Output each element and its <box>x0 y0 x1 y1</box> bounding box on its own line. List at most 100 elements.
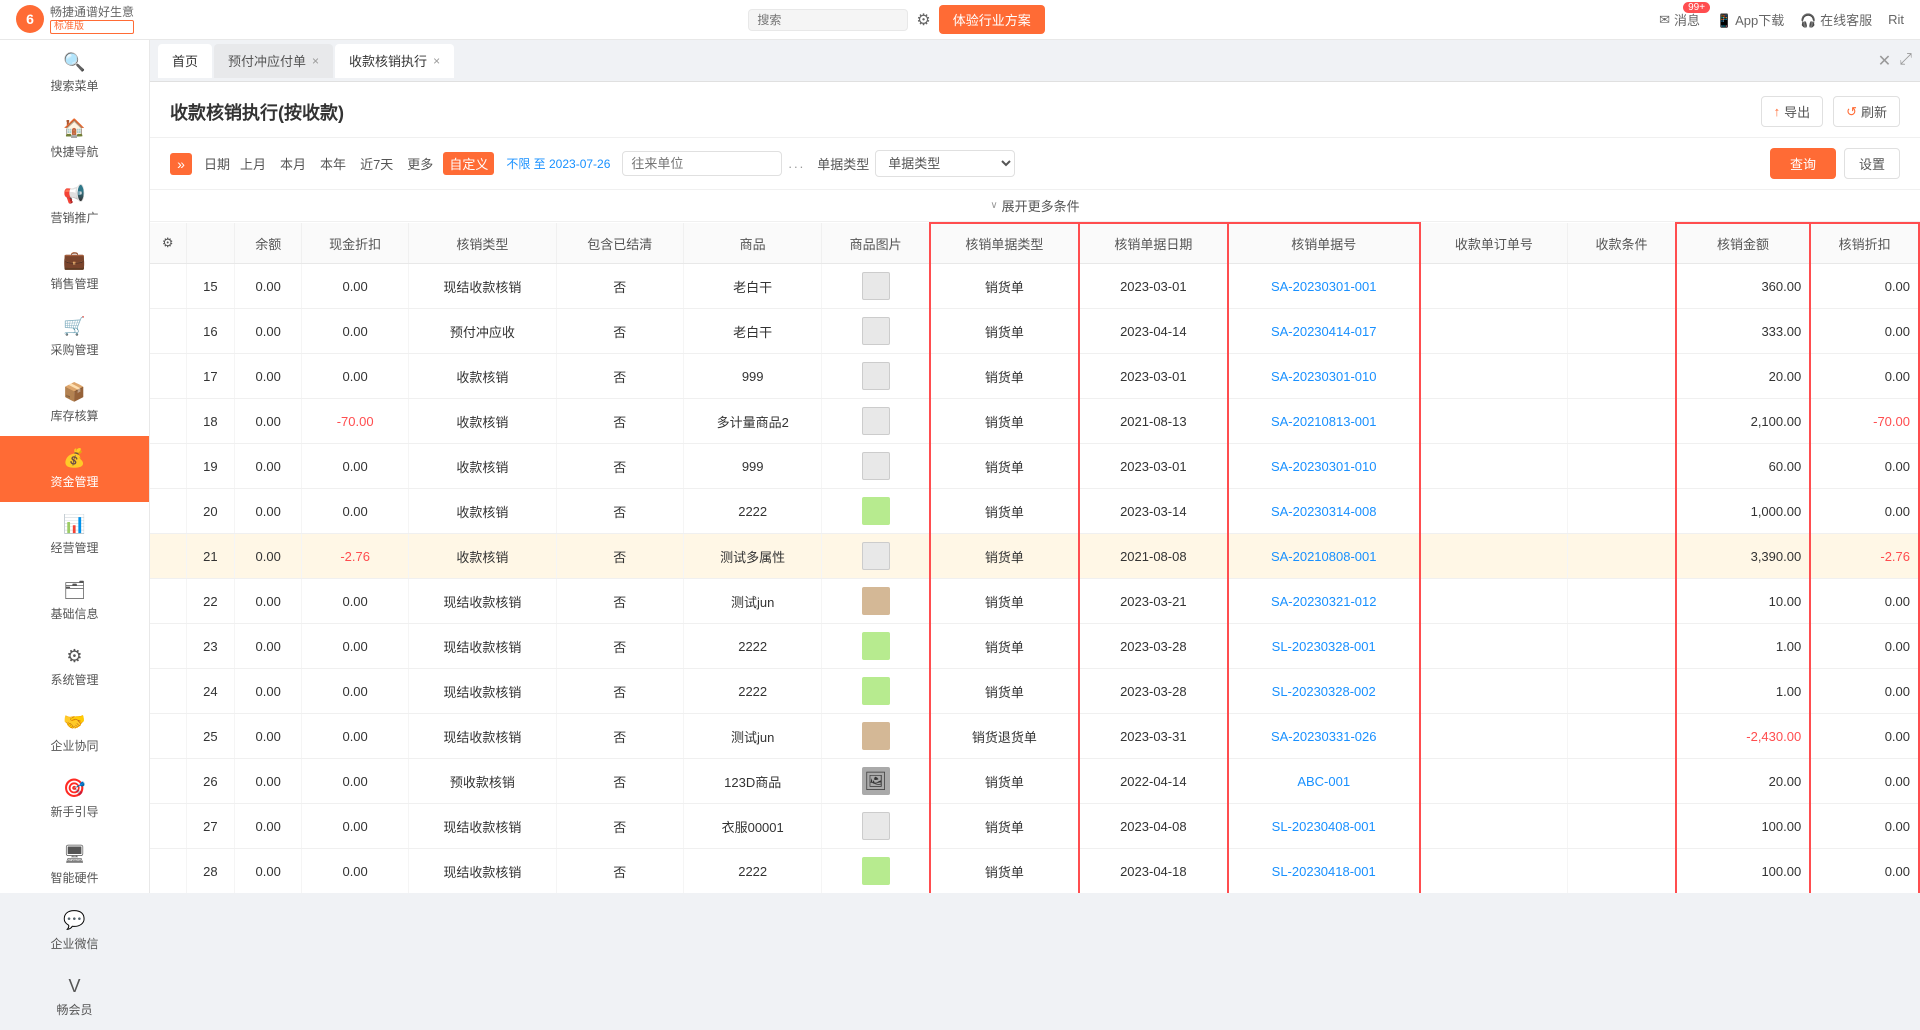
col-cancel-type: 收款核销 <box>409 489 556 534</box>
col-receipt-condition <box>1568 399 1676 444</box>
online-service-button[interactable]: 🎧 在线客服 <box>1800 10 1872 29</box>
sidebar-item-quick[interactable]: 🏠 快捷导航 <box>0 106 149 172</box>
date-opt-last-month[interactable]: 上月 <box>236 152 270 175</box>
col-seq: 16 <box>186 309 235 354</box>
col-include-cleared: 否 <box>556 489 683 534</box>
sidebar-item-search[interactable]: 🔍 搜索菜单 <box>0 40 149 106</box>
col-cancel-bill-date: 2023-03-31 <box>1079 714 1228 759</box>
expand-conditions-button[interactable]: ∨ 展开更多条件 <box>150 190 1920 222</box>
sidebar-item-operations[interactable]: 📊 经营管理 <box>0 502 149 568</box>
cancel-bill-link[interactable]: SA-20230414-017 <box>1271 324 1377 339</box>
sidebar-item-basic[interactable]: 🗂 基础信息 <box>0 568 149 634</box>
col-cash-discount: 0.00 <box>302 444 409 489</box>
cancel-bill-link[interactable]: SA-20230314-008 <box>1271 504 1377 519</box>
sidebar-label-sales: 销售管理 <box>50 275 98 292</box>
trial-button[interactable]: 体验行业方案 <box>939 5 1045 34</box>
export-button[interactable]: ↑ 导出 <box>1761 96 1824 127</box>
col-header-settings[interactable]: ⚙ <box>150 223 186 264</box>
refresh-button[interactable]: ↺ 刷新 <box>1833 96 1900 127</box>
date-opt-this-year[interactable]: 本年 <box>316 152 350 175</box>
bill-type-select[interactable]: 单据类型 <box>875 150 1015 177</box>
sidebar-item-wechat[interactable]: 💬 企业微信 <box>0 898 149 964</box>
cancel-bill-link[interactable]: SA-20230301-010 <box>1271 369 1377 384</box>
sidebar-label-basic: 基础信息 <box>50 605 98 622</box>
tab-close-window-icon[interactable]: ✕ <box>1878 51 1891 71</box>
page-header: 收款核销执行(按收款) ↑ 导出 ↺ 刷新 <box>150 82 1920 138</box>
col-cancel-amount: 1.00 <box>1676 669 1811 714</box>
user-info[interactable]: Rit <box>1888 12 1904 27</box>
settings-gear-button[interactable]: ⚙ <box>916 10 930 30</box>
col-goods-img <box>822 534 930 579</box>
query-button[interactable]: 查询 <box>1770 148 1836 179</box>
date-options: 上月 本月 本年 近7天 更多 自定义 <box>236 152 494 175</box>
goods-thumbnail <box>862 272 890 300</box>
cancel-bill-link[interactable]: SA-20210808-001 <box>1271 549 1377 564</box>
col-include-cleared: 否 <box>556 624 683 669</box>
col-cancel-bill-date: 2021-08-13 <box>1079 399 1228 444</box>
operations-icon: 📊 <box>63 514 85 535</box>
sidebar-item-guide[interactable]: 🎯 新手引导 <box>0 766 149 832</box>
cancel-bill-link[interactable]: SL-20230328-001 <box>1272 639 1376 654</box>
cancel-bill-link[interactable]: SA-20230331-026 <box>1271 729 1377 744</box>
col-cash-discount: 0.00 <box>302 579 409 624</box>
date-opt-7days[interactable]: 近7天 <box>356 152 397 175</box>
col-cancel-bill-no: SL-20230328-002 <box>1228 669 1420 714</box>
logo-icon: 6 <box>16 5 44 33</box>
cancel-bill-link[interactable]: SL-20230408-001 <box>1272 819 1376 834</box>
sidebar-item-hardware[interactable]: 🖥 智能硬件 <box>0 832 149 898</box>
col-cancel-discount: 0.00 <box>1810 669 1919 714</box>
col-cancel-discount: 0.00 <box>1810 264 1919 309</box>
top-bar-left: 6 畅捷通谱好生意 标准版 <box>16 5 134 33</box>
cancel-bill-link[interactable]: SA-20230301-010 <box>1271 459 1377 474</box>
col-cancel-discount: 0.00 <box>1810 444 1919 489</box>
tab-receive-close[interactable]: × <box>433 54 440 68</box>
search-input[interactable] <box>748 9 908 31</box>
date-opt-more[interactable]: 更多 <box>403 152 437 175</box>
col-cancel-bill-date: 2023-04-14 <box>1079 309 1228 354</box>
sidebar-item-sales[interactable]: 💼 销售管理 <box>0 238 149 304</box>
cancel-bill-link[interactable]: SL-20230328-002 <box>1272 684 1376 699</box>
col-cancel-bill-type: 销货单 <box>930 489 1079 534</box>
tab-expand-icon[interactable]: ⤢ <box>1899 51 1912 71</box>
col-balance: 0.00 <box>235 669 302 714</box>
messages-button[interactable]: ✉ 消息 99+ <box>1659 10 1700 29</box>
date-range: 不限 至 2023-07-26 <box>506 155 610 172</box>
col-cancel-type: 收款核销 <box>409 444 556 489</box>
date-opt-custom[interactable]: 自定义 <box>443 152 494 175</box>
filter-expand-button[interactable]: » <box>170 153 192 175</box>
sidebar-item-finance[interactable]: 💰 资金管理 <box>0 436 149 502</box>
col-cash-discount: 0.00 <box>302 264 409 309</box>
app-download-button[interactable]: 📱 App下载 <box>1716 10 1784 29</box>
col-goods: 2222 <box>683 489 821 534</box>
col-cancel-type: 收款核销 <box>409 534 556 579</box>
cancel-bill-link[interactable]: SL-20230418-001 <box>1272 864 1376 879</box>
partner-input[interactable] <box>622 151 782 176</box>
col-goods-img <box>822 804 930 849</box>
logo-badge: 标准版 <box>50 20 134 34</box>
sidebar-item-member[interactable]: V 畅会员 <box>0 964 149 1030</box>
sidebar-item-system[interactable]: ⚙ 系统管理 <box>0 634 149 700</box>
tab-prepay[interactable]: 预付冲应付单 × <box>214 44 333 78</box>
sidebar-item-corp[interactable]: 🤝 企业协同 <box>0 700 149 766</box>
tab-home[interactable]: 首页 <box>158 44 212 78</box>
sidebar-item-inventory[interactable]: 📦 库存核算 <box>0 370 149 436</box>
col-balance: 0.00 <box>235 354 302 399</box>
top-bar-center: ⚙ 体验行业方案 <box>748 5 1044 34</box>
col-cancel-discount: 0.00 <box>1810 624 1919 669</box>
cancel-bill-link[interactable]: SA-20210813-001 <box>1271 414 1377 429</box>
date-opt-this-month[interactable]: 本月 <box>276 152 310 175</box>
filter-settings-button[interactable]: 设置 <box>1844 148 1900 179</box>
tab-receive[interactable]: 收款核销执行 × <box>335 44 454 78</box>
cancel-bill-link[interactable]: SA-20230301-001 <box>1271 279 1377 294</box>
sidebar-item-marketing[interactable]: 📢 营销推广 <box>0 172 149 238</box>
sidebar-item-purchase[interactable]: 🛒 采购管理 <box>0 304 149 370</box>
col-cancel-bill-date: 2023-03-01 <box>1079 264 1228 309</box>
col-balance: 0.00 <box>235 444 302 489</box>
col-cancel-bill-no: SL-20230418-001 <box>1228 849 1420 894</box>
cancel-bill-link[interactable]: SA-20230321-012 <box>1271 594 1377 609</box>
partner-filter-group: ... <box>622 151 805 176</box>
tab-prepay-close[interactable]: × <box>312 54 319 68</box>
basic-icon: 🗂 <box>63 580 86 601</box>
col-cash-discount: -2.76 <box>302 534 409 579</box>
cancel-bill-link[interactable]: ABC-001 <box>1297 774 1350 789</box>
